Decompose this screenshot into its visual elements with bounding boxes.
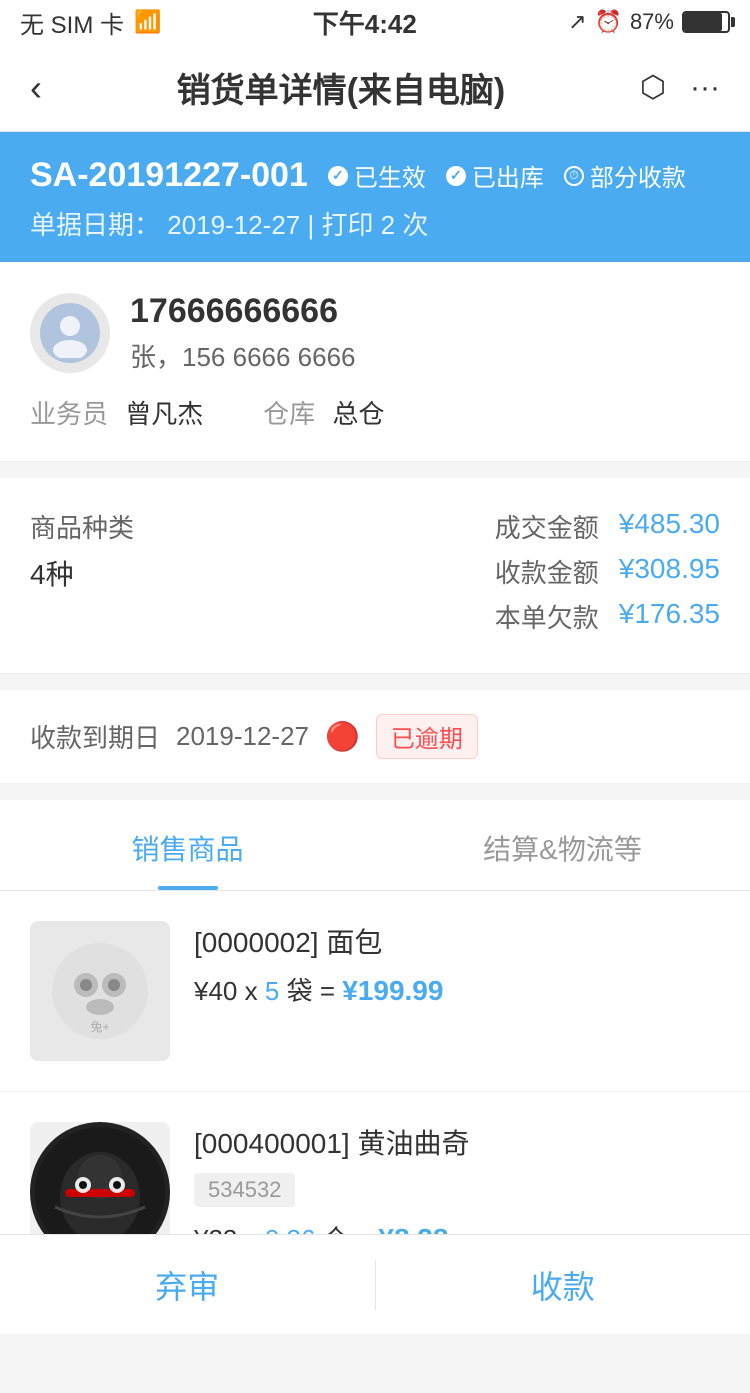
product-id-cookie: [000400001]: [194, 1128, 350, 1159]
more-icon[interactable]: ···: [690, 71, 720, 105]
battery-icon: [682, 11, 730, 33]
battery-text: 87%: [630, 9, 674, 35]
deal-amount: ¥485.30: [619, 508, 720, 545]
customer-section: 17666666666 张，156 6666 6666 业务员 曾凡杰 仓库 总…: [0, 262, 750, 462]
wifi-icon: 📶: [134, 9, 161, 35]
nav-title: 销货单详情(来自电脑): [42, 63, 640, 112]
customer-info: 17666666666 张，156 6666 6666: [130, 292, 356, 374]
type-label: 商品种类: [30, 508, 134, 545]
bottom-bar: 弃审 收款: [0, 1234, 750, 1334]
nav-bar: ‹ 销货单详情(来自电脑) ⬡ ···: [0, 44, 750, 132]
due-date-value: 2019-12-27: [176, 721, 309, 752]
tab-sales-products[interactable]: 销售商品: [0, 800, 375, 890]
svg-text:兔+: 兔+: [90, 1019, 109, 1034]
overdue-icon: 🔴: [325, 720, 360, 753]
confirm-button[interactable]: 收款: [376, 1242, 750, 1328]
summary-section: 商品种类 4种 成交金额 ¥485.30 收款金额 ¥308.95 本单欠款 ¥…: [0, 478, 750, 674]
customer-phone: 17666666666: [130, 292, 356, 331]
debt-amount: ¥176.35: [619, 598, 720, 635]
order-date: 单据日期： 2019-12-27 | 打印 2 次: [30, 205, 720, 242]
product-price-bread: ¥40 x 5 袋 = ¥199.99: [194, 971, 720, 1008]
nav-actions: ⬡ ···: [640, 70, 720, 105]
check-icon-1: ✓: [328, 166, 348, 186]
customer-name: 张，156 6666 6666: [130, 337, 356, 374]
tab-settlement[interactable]: 结算&物流等: [375, 800, 750, 890]
avatar-icon: [40, 303, 100, 363]
product-info-bread: [0000002] 面包 ¥40 x 5 袋 = ¥199.99: [194, 921, 720, 1008]
products-section: 兔+ [0000002] 面包 ¥40 x 5 袋 = ¥199.99: [0, 891, 750, 1293]
order-date-value: 2019-12-27: [167, 210, 300, 240]
tabs-section: 销售商品 结算&物流等: [0, 800, 750, 891]
status-right: ↗ ⏰ 87%: [568, 9, 730, 35]
battery-fill: [684, 13, 722, 31]
clock-icon: ⏱: [564, 166, 584, 186]
summary-row: 商品种类 4种 成交金额 ¥485.30 收款金额 ¥308.95 本单欠款 ¥…: [30, 508, 720, 643]
avatar: [30, 293, 110, 373]
due-section: 收款到期日 2019-12-27 🔴 已逾期: [0, 690, 750, 784]
warehouse-label: 仓库: [263, 399, 315, 429]
status-bar: 无 SIM 卡 📶 下午4:42 ↗ ⏰ 87%: [0, 0, 750, 44]
tabs-row: 销售商品 结算&物流等: [0, 800, 750, 890]
due-date-label: 收款到期日: [30, 718, 160, 755]
check-icon-2: ✓: [446, 166, 466, 186]
summary-left: 商品种类 4种: [30, 508, 134, 593]
status-partial-label: 部分收款: [590, 158, 686, 193]
overdue-badge: 已逾期: [376, 714, 478, 759]
status-badge-partial: ⏱ 部分收款: [564, 158, 686, 193]
location-icon: ↗: [568, 9, 586, 35]
alarm-icon: ⏰: [595, 9, 622, 35]
type-value: 4种: [30, 553, 134, 593]
customer-meta: 业务员 曾凡杰 仓库 总仓: [30, 394, 720, 431]
status-badge-shipped: ✓ 已出库: [446, 158, 544, 193]
status-time: 下午4:42: [313, 4, 417, 41]
qty-bread: 5: [265, 976, 279, 1006]
cancel-button[interactable]: 弃审: [0, 1242, 375, 1328]
receipt-label: 收款金额: [495, 553, 599, 590]
warehouse-value: 总仓: [333, 399, 385, 429]
carrier-text: 无 SIM 卡: [20, 5, 124, 40]
product-item: 兔+ [0000002] 面包 ¥40 x 5 袋 = ¥199.99: [0, 891, 750, 1092]
status-shipped-label: 已出库: [472, 158, 544, 193]
product-placeholder-bread: 兔+: [30, 921, 170, 1061]
product-title-cookie: 黄油曲奇: [358, 1128, 470, 1159]
total-bread: ¥199.99: [342, 975, 443, 1006]
product-tag-cookie: 534532: [194, 1173, 295, 1207]
product-name-bread: [0000002] 面包: [194, 921, 720, 961]
order-header: SA-20191227-001 ✓ 已生效 ✓ 已出库 ⏱ 部分收款 单据日期：…: [0, 132, 750, 262]
order-date-label: 单据日期：: [30, 210, 160, 240]
order-print-text: | 打印 2 次: [307, 210, 428, 240]
order-id: SA-20191227-001: [30, 156, 308, 195]
sales-label: 业务员: [30, 399, 108, 429]
order-header-top: SA-20191227-001 ✓ 已生效 ✓ 已出库 ⏱ 部分收款: [30, 156, 720, 195]
warehouse-info: 仓库 总仓: [263, 394, 384, 431]
debt-amount-row: 本单欠款 ¥176.35: [495, 598, 720, 635]
sales-info: 业务员 曾凡杰: [30, 394, 203, 431]
product-name-cookie: [000400001] 黄油曲奇: [194, 1122, 720, 1162]
summary-right: 成交金额 ¥485.30 收款金额 ¥308.95 本单欠款 ¥176.35: [495, 508, 720, 643]
customer-row: 17666666666 张，156 6666 6666: [30, 292, 720, 374]
deal-amount-row: 成交金额 ¥485.30: [495, 508, 720, 545]
debt-label: 本单欠款: [495, 598, 599, 635]
product-title-bread: 面包: [326, 927, 382, 958]
sales-person: 曾凡杰: [125, 399, 203, 429]
price-bread: ¥40: [194, 976, 237, 1006]
deal-label: 成交金额: [495, 508, 599, 545]
unit-bread: 袋: [287, 976, 313, 1006]
receipt-amount: ¥308.95: [619, 553, 720, 590]
share-icon[interactable]: ⬡: [640, 70, 666, 105]
back-button[interactable]: ‹: [30, 67, 42, 109]
product-image-bread: 兔+: [30, 921, 170, 1061]
status-active-label: 已生效: [354, 158, 426, 193]
status-badge-active: ✓ 已生效: [328, 158, 426, 193]
status-left: 无 SIM 卡 📶: [20, 5, 161, 40]
product-id-bread: [0000002]: [194, 927, 319, 958]
receipt-amount-row: 收款金额 ¥308.95: [495, 553, 720, 590]
